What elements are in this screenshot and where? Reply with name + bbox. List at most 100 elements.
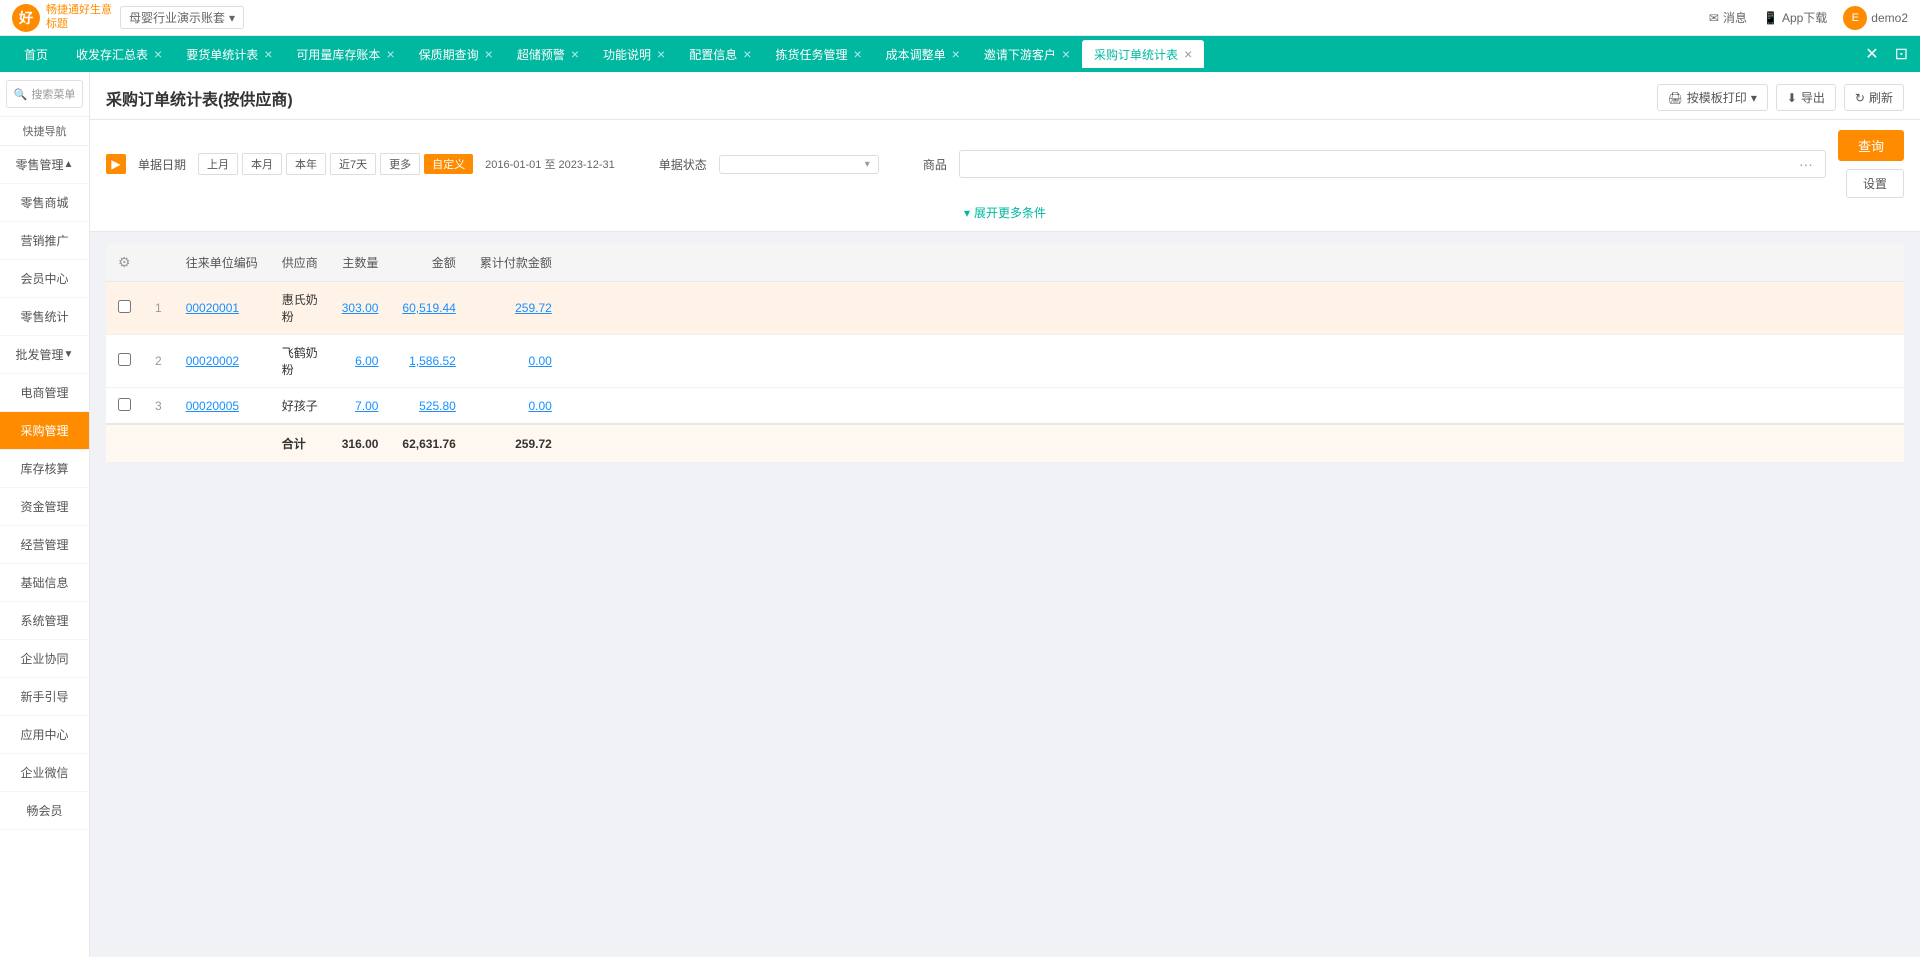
shortcut-7days[interactable]: 近7天: [330, 153, 376, 175]
print-button[interactable]: 🖨 按模板打印 ▾: [1657, 84, 1768, 111]
shortcut-more[interactable]: 更多: [380, 153, 420, 175]
status-select[interactable]: ▾: [719, 155, 879, 174]
close-icon[interactable]: ×: [1184, 46, 1192, 62]
row-amount[interactable]: 1,586.52: [390, 335, 467, 388]
app-download-action[interactable]: 📱 App下载: [1763, 9, 1827, 26]
close-icon[interactable]: ×: [264, 46, 272, 62]
row-paid-amount[interactable]: 0.00: [468, 388, 564, 425]
close-window-icon[interactable]: ✕: [1861, 42, 1882, 66]
page-actions: 🖨 按模板打印 ▾ ⬇ 导出 ↻ 刷新: [1657, 84, 1904, 111]
expand-more-button[interactable]: ▾ 展开更多条件: [964, 204, 1046, 221]
logo-text: 畅捷通好生意 标题: [46, 4, 112, 30]
tab-invite-downstream[interactable]: 邀请下游客户 ×: [972, 40, 1082, 68]
goods-input[interactable]: [968, 154, 1795, 174]
sidebar-item-retail-manage[interactable]: 零售管理 ▲: [0, 146, 89, 184]
refresh-button[interactable]: ↻ 刷新: [1844, 84, 1904, 111]
total-paid-amount: 259.72: [468, 424, 564, 463]
sidebar-item-operation-manage[interactable]: 经营管理: [0, 526, 89, 564]
maximize-icon[interactable]: ⊡: [1891, 42, 1912, 66]
col-settings: ⚙: [106, 244, 143, 282]
message-action[interactable]: ✉ 消息: [1709, 9, 1747, 26]
row-checkbox[interactable]: [118, 300, 131, 313]
sidebar-item-inventory-check[interactable]: 库存核算: [0, 450, 89, 488]
sidebar-nav-btn[interactable]: 快捷导航: [0, 117, 89, 146]
row-partner-code[interactable]: 00020002: [174, 335, 270, 388]
tab-available-inventory[interactable]: 可用量库存账本 ×: [284, 40, 406, 68]
table-row: 1 00020001 惠氏奶粉 303.00 60,519.44 259.72: [106, 282, 1904, 335]
tab-purchase-summary[interactable]: 采购订单统计表 ×: [1082, 40, 1204, 68]
tab-function-desc[interactable]: 功能说明 ×: [591, 40, 677, 68]
sidebar-item-marketing[interactable]: 营销推广: [0, 222, 89, 260]
row-checkbox-cell[interactable]: [106, 335, 143, 388]
goods-ellipsis-button[interactable]: ···: [1795, 156, 1817, 172]
row-paid-amount[interactable]: 0.00: [468, 335, 564, 388]
row-partner-code[interactable]: 00020001: [174, 282, 270, 335]
col-main-qty: 主数量: [330, 244, 391, 282]
shortcut-this-month[interactable]: 本月: [242, 153, 282, 175]
column-settings-icon[interactable]: ⚙: [118, 254, 131, 270]
main-layout: 🔍 搜索菜单 快捷导航 零售管理 ▲ 零售商城 营销推广 会员中心 零售统计 批…: [0, 72, 1920, 957]
sidebar-item-purchase-manage[interactable]: 采购管理: [0, 412, 89, 450]
tab-cost-adjust[interactable]: 成本调整单 ×: [874, 40, 972, 68]
close-icon[interactable]: ×: [154, 46, 162, 62]
table-row: 3 00020005 好孩子 7.00 525.80 0.00: [106, 388, 1904, 425]
shortcut-last-month[interactable]: 上月: [198, 153, 238, 175]
close-icon[interactable]: ×: [571, 46, 579, 62]
sidebar-item-enterprise-collab[interactable]: 企业协同: [0, 640, 89, 678]
close-icon[interactable]: ×: [743, 46, 751, 62]
sidebar-item-app-center[interactable]: 应用中心: [0, 716, 89, 754]
sidebar-item-finance-manage[interactable]: 资金管理: [0, 488, 89, 526]
row-main-qty[interactable]: 7.00: [330, 388, 391, 425]
row-checkbox[interactable]: [118, 353, 131, 366]
close-icon[interactable]: ×: [657, 46, 665, 62]
refresh-icon: ↻: [1855, 91, 1865, 105]
tab-requisition-summary[interactable]: 要货单统计表 ×: [174, 40, 284, 68]
row-amount[interactable]: 60,519.44: [390, 282, 467, 335]
sidebar-item-system-manage[interactable]: 系统管理: [0, 602, 89, 640]
row-checkbox-cell[interactable]: [106, 388, 143, 425]
settings-button[interactable]: 设置: [1846, 169, 1904, 198]
page-header: 采购订单统计表(按供应商) 🖨 按模板打印 ▾ ⬇ 导出 ↻ 刷新: [90, 72, 1920, 120]
tab-picking-task[interactable]: 拣货任务管理 ×: [763, 40, 873, 68]
row-checkbox-cell[interactable]: [106, 282, 143, 335]
export-button[interactable]: ⬇ 导出: [1776, 84, 1836, 111]
chevron-down-icon: ▾: [865, 159, 870, 170]
tab-receipt-summary[interactable]: 收发存汇总表 ×: [64, 40, 174, 68]
sidebar-item-new-guide[interactable]: 新手引导: [0, 678, 89, 716]
row-main-qty[interactable]: 303.00: [330, 282, 391, 335]
row-amount[interactable]: 525.80: [390, 388, 467, 425]
tab-expiry-query[interactable]: 保质期查询 ×: [407, 40, 505, 68]
tab-config-info[interactable]: 配置信息 ×: [677, 40, 763, 68]
workspace-selector[interactable]: 母婴行业演示账套 ▾: [120, 6, 244, 29]
close-icon[interactable]: ×: [386, 46, 394, 62]
tab-home[interactable]: 首页: [8, 40, 64, 68]
sidebar-item-enterprise-wechat[interactable]: 企业微信: [0, 754, 89, 792]
top-bar: 好 畅捷通好生意 标题 母婴行业演示账套 ▾ ✉ 消息 📱 App下载 E de…: [0, 0, 1920, 36]
close-icon[interactable]: ×: [853, 46, 861, 62]
close-icon[interactable]: ×: [952, 46, 960, 62]
search-menu-button[interactable]: 🔍 搜索菜单: [6, 80, 83, 108]
sidebar-item-retail-stats[interactable]: 零售统计: [0, 298, 89, 336]
sidebar-item-wholesale-manage[interactable]: 批发管理 ▼: [0, 336, 89, 374]
tab-overstock-warning[interactable]: 超储预警 ×: [505, 40, 591, 68]
sidebar-item-retail-mall[interactable]: 零售商城: [0, 184, 89, 222]
filter-area: ▶ 单据日期 上月 本月 本年 近7天 更多 自定义 2016-01-01 至 …: [90, 120, 1920, 232]
close-icon[interactable]: ×: [1062, 46, 1070, 62]
row-index: 2: [143, 335, 174, 388]
row-partner-code[interactable]: 00020005: [174, 388, 270, 425]
row-main-qty[interactable]: 6.00: [330, 335, 391, 388]
sidebar-item-member-center[interactable]: 会员中心: [0, 260, 89, 298]
query-button[interactable]: 查询: [1838, 130, 1904, 161]
user-area[interactable]: E demo2: [1843, 6, 1908, 30]
row-paid-amount[interactable]: 259.72: [468, 282, 564, 335]
row-checkbox[interactable]: [118, 398, 131, 411]
total-row: 合计 316.00 62,631.76 259.72: [106, 424, 1904, 463]
sidebar-item-ecommerce-manage[interactable]: 电商管理: [0, 374, 89, 412]
filter-expand-arrow[interactable]: ▶: [106, 154, 126, 174]
sidebar-item-basic-info[interactable]: 基础信息: [0, 564, 89, 602]
sidebar-item-member[interactable]: 畅会员: [0, 792, 89, 830]
close-icon[interactable]: ×: [485, 46, 493, 62]
filter-toggle-row: ▾ 展开更多条件: [106, 198, 1904, 221]
shortcut-this-year[interactable]: 本年: [286, 153, 326, 175]
sidebar: 🔍 搜索菜单 快捷导航 零售管理 ▲ 零售商城 营销推广 会员中心 零售统计 批…: [0, 72, 90, 957]
